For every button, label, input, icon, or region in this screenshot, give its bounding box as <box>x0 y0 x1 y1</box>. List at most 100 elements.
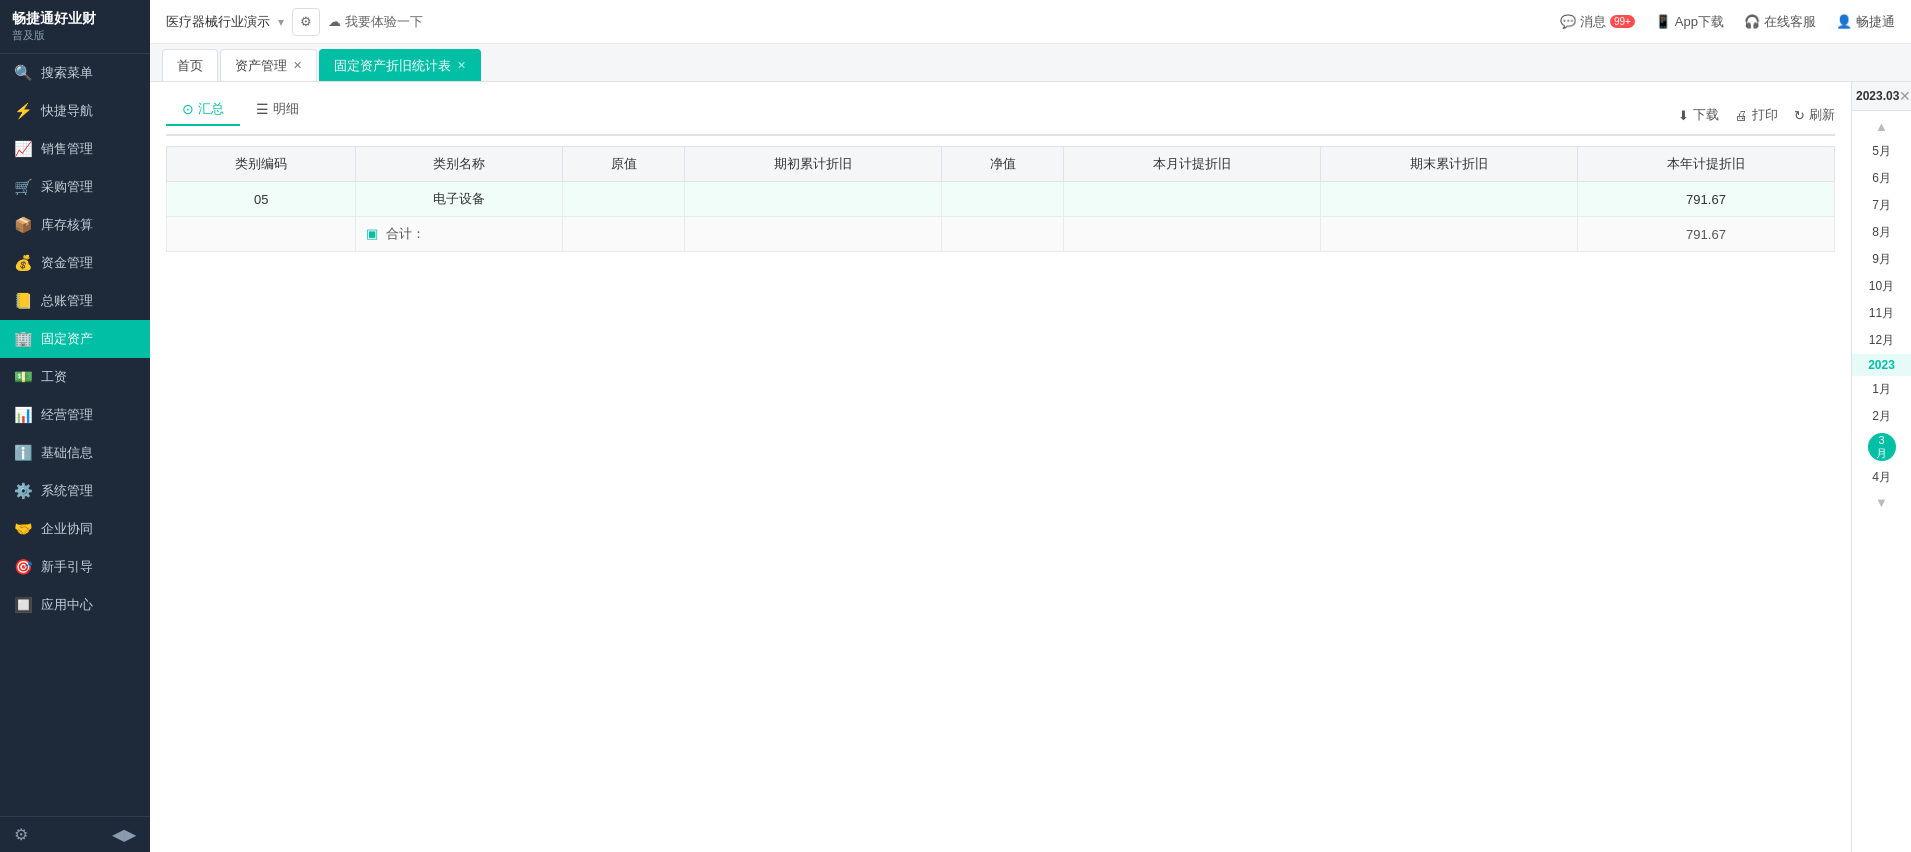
service-button[interactable]: 🎧 在线客服 <box>1744 13 1816 31</box>
date-scroll-up-icon[interactable]: ▲ <box>1852 115 1911 138</box>
sidebar-menu: 🔍 搜索菜单 ⚡快捷导航📈销售管理🛒采购管理 📦 库存核算 💰资金管理📒总账管理 🏢 固定资产… <box>0 54 150 816</box>
sidebar-item-operations[interactable]: 📊经营管理 <box>0 396 150 434</box>
sidebar-item-finance[interactable]: 💰资金管理 <box>0 244 150 282</box>
cell-yearly: 791.67 <box>1577 182 1834 217</box>
sales-icon: 📈 <box>14 140 33 158</box>
date-month-8[interactable]: 8月 <box>1852 219 1911 246</box>
subtotal-period-acc <box>1321 217 1578 252</box>
finance-icon: 💰 <box>14 254 33 272</box>
message-badge: 99+ <box>1610 15 1635 28</box>
sidebar-label-inventory: 库存核算 <box>41 216 93 234</box>
sidebar-label-system: 系统管理 <box>41 482 93 500</box>
sub-tab-detail[interactable]: ☰ 明细 <box>240 94 315 126</box>
sidebar-item-ledger[interactable]: 📒总账管理 <box>0 282 150 320</box>
sidebar-label-guide: 新手引导 <box>41 558 93 576</box>
date-panel-header: 2023.03 ✕ ⤢ <box>1852 82 1911 111</box>
sidebar-item-inventory[interactable]: 📦 库存核算 <box>0 206 150 244</box>
sidebar: 畅捷通好业财 普及版 🔍搜索菜单⚡快捷导航📈销售管理🛒采购管理📦库存核算💰资金管… <box>0 0 150 852</box>
sidebar-label-search: 搜索菜单 <box>41 64 93 82</box>
company-chevron-icon[interactable]: ▾ <box>278 15 284 29</box>
col-header-yearly: 本年计提折旧 <box>1577 147 1834 182</box>
avatar-icon: 👤 <box>1836 14 1852 29</box>
guide-icon: 🎯 <box>14 558 33 576</box>
col-header-original: 原值 <box>563 147 685 182</box>
detail-icon: ☰ <box>256 101 269 117</box>
date-month-11[interactable]: 11月 <box>1852 300 1911 327</box>
user-button[interactable]: 👤 畅捷通 <box>1836 13 1895 31</box>
print-button[interactable]: 🖨 打印 <box>1735 106 1778 124</box>
subtotal-name-cell: ▣ 合计： <box>356 217 563 252</box>
topbar: 医疗器械行业演示 ▾ ⚙ ☁ 我要体验一下 💬 消息 99+ 📱 App下载 🎧 <box>150 0 1911 44</box>
date-month-4[interactable]: 4月 <box>1852 464 1911 491</box>
date-month-3-active[interactable]: 3月 <box>1868 433 1896 461</box>
tab-asset-mgmt[interactable]: 资产管理 ✕ <box>220 49 317 81</box>
settings-gear-button[interactable]: ⚙ <box>292 8 320 36</box>
download-button[interactable]: ⬇ 下载 <box>1678 106 1719 124</box>
cell-initial-acc <box>685 182 942 217</box>
cell-monthly <box>1064 182 1321 217</box>
date-month-5[interactable]: 5月 <box>1852 138 1911 165</box>
sidebar-item-quick-nav[interactable]: ⚡快捷导航 <box>0 92 150 130</box>
sidebar-label-app-center: 应用中心 <box>41 596 93 614</box>
inventory-icon: 📦 <box>14 216 33 234</box>
payroll-icon: 💵 <box>14 368 33 386</box>
col-header-initial-acc: 期初累计折旧 <box>685 147 942 182</box>
sidebar-item-search[interactable]: 🔍 搜索菜单 <box>0 54 150 92</box>
sidebar-item-sales[interactable]: 📈销售管理 <box>0 130 150 168</box>
message-button[interactable]: 💬 消息 99+ <box>1560 13 1635 31</box>
date-month-7[interactable]: 7月 <box>1852 192 1911 219</box>
sidebar-item-payroll[interactable]: 💵 工资 <box>0 358 150 396</box>
toggle-sidebar-icon[interactable]: ◀▶ <box>112 825 136 844</box>
date-panel-body[interactable]: ▲ 5月 6月 7月 8月 9月 10月 11月 12月 2023 1月 2月 … <box>1852 111 1911 852</box>
date-month-6[interactable]: 6月 <box>1852 165 1911 192</box>
search-icon: 🔍 <box>14 64 33 82</box>
download-label: App下载 <box>1675 13 1724 31</box>
download-app-button[interactable]: 📱 App下载 <box>1655 13 1724 31</box>
company-name[interactable]: 医疗器械行业演示 <box>166 13 270 31</box>
sidebar-item-app-center[interactable]: 🔲应用中心 <box>0 586 150 624</box>
sidebar-label-cooperation: 企业协同 <box>41 520 93 538</box>
cell-net <box>942 182 1064 217</box>
tab-home[interactable]: 首页 <box>162 49 218 81</box>
tab-depreciation-close-icon[interactable]: ✕ <box>457 59 466 72</box>
content-area: ⊙ 汇总 ☰ 明细 ⬇ 下载 🖨 打印 <box>150 82 1911 852</box>
sidebar-label-basic-info: 基础信息 <box>41 444 93 462</box>
date-month-9[interactable]: 9月 <box>1852 246 1911 273</box>
sidebar-item-purchase[interactable]: 🛒采购管理 <box>0 168 150 206</box>
date-month-1[interactable]: 1月 <box>1852 376 1911 403</box>
experience-button[interactable]: ☁ 我要体验一下 <box>328 13 423 31</box>
date-panel-title: 2023.03 <box>1856 89 1899 103</box>
sub-tab-detail-label: 明细 <box>273 100 299 118</box>
refresh-button[interactable]: ↻ 刷新 <box>1794 106 1835 124</box>
subtotal-original <box>563 217 685 252</box>
col-header-net: 净值 <box>942 147 1064 182</box>
date-scroll-down-icon[interactable]: ▼ <box>1852 491 1911 514</box>
tab-depreciation[interactable]: 固定资产折旧统计表 ✕ <box>319 49 481 81</box>
sidebar-label-payroll: 工资 <box>41 368 67 386</box>
sidebar-label-fixed-assets: 固定资产 <box>41 330 93 348</box>
sidebar-item-fixed-assets[interactable]: 🏢 固定资产 <box>0 320 150 358</box>
date-month-10[interactable]: 10月 <box>1852 273 1911 300</box>
date-month-12[interactable]: 12月 <box>1852 327 1911 354</box>
sub-tab-summary[interactable]: ⊙ 汇总 <box>166 94 240 126</box>
sidebar-item-system[interactable]: ⚙️系统管理 <box>0 472 150 510</box>
fixed-assets-icon: 🏢 <box>14 330 33 348</box>
download-toolbar-label: 下载 <box>1693 106 1719 124</box>
sidebar-item-guide[interactable]: 🎯 新手引导 <box>0 548 150 586</box>
sidebar-item-cooperation[interactable]: 🤝企业协同 <box>0 510 150 548</box>
col-header-period-acc: 期末累计折旧 <box>1321 147 1578 182</box>
col-header-code: 类别编码 <box>167 147 356 182</box>
topbar-left: 医疗器械行业演示 ▾ ⚙ ☁ 我要体验一下 <box>166 8 423 36</box>
experience-label: 我要体验一下 <box>345 13 423 31</box>
user-label: 畅捷通 <box>1856 13 1895 31</box>
date-panel-close-icon[interactable]: ✕ <box>1899 88 1911 104</box>
cell-original <box>563 182 685 217</box>
tab-asset-mgmt-close-icon[interactable]: ✕ <box>293 59 302 72</box>
sidebar-item-basic-info[interactable]: ℹ️基础信息 <box>0 434 150 472</box>
toolbar: ⬇ 下载 🖨 打印 ↻ 刷新 <box>1678 106 1835 124</box>
subtotal-net <box>942 217 1064 252</box>
settings-icon[interactable]: ⚙ <box>14 825 28 844</box>
date-month-2[interactable]: 2月 <box>1852 403 1911 430</box>
depreciation-table: 类别编码 类别名称 原值 期初累计折旧 净值 本月计提折旧 期末累计折旧 本年计… <box>166 146 1835 252</box>
message-label: 消息 <box>1580 13 1606 31</box>
